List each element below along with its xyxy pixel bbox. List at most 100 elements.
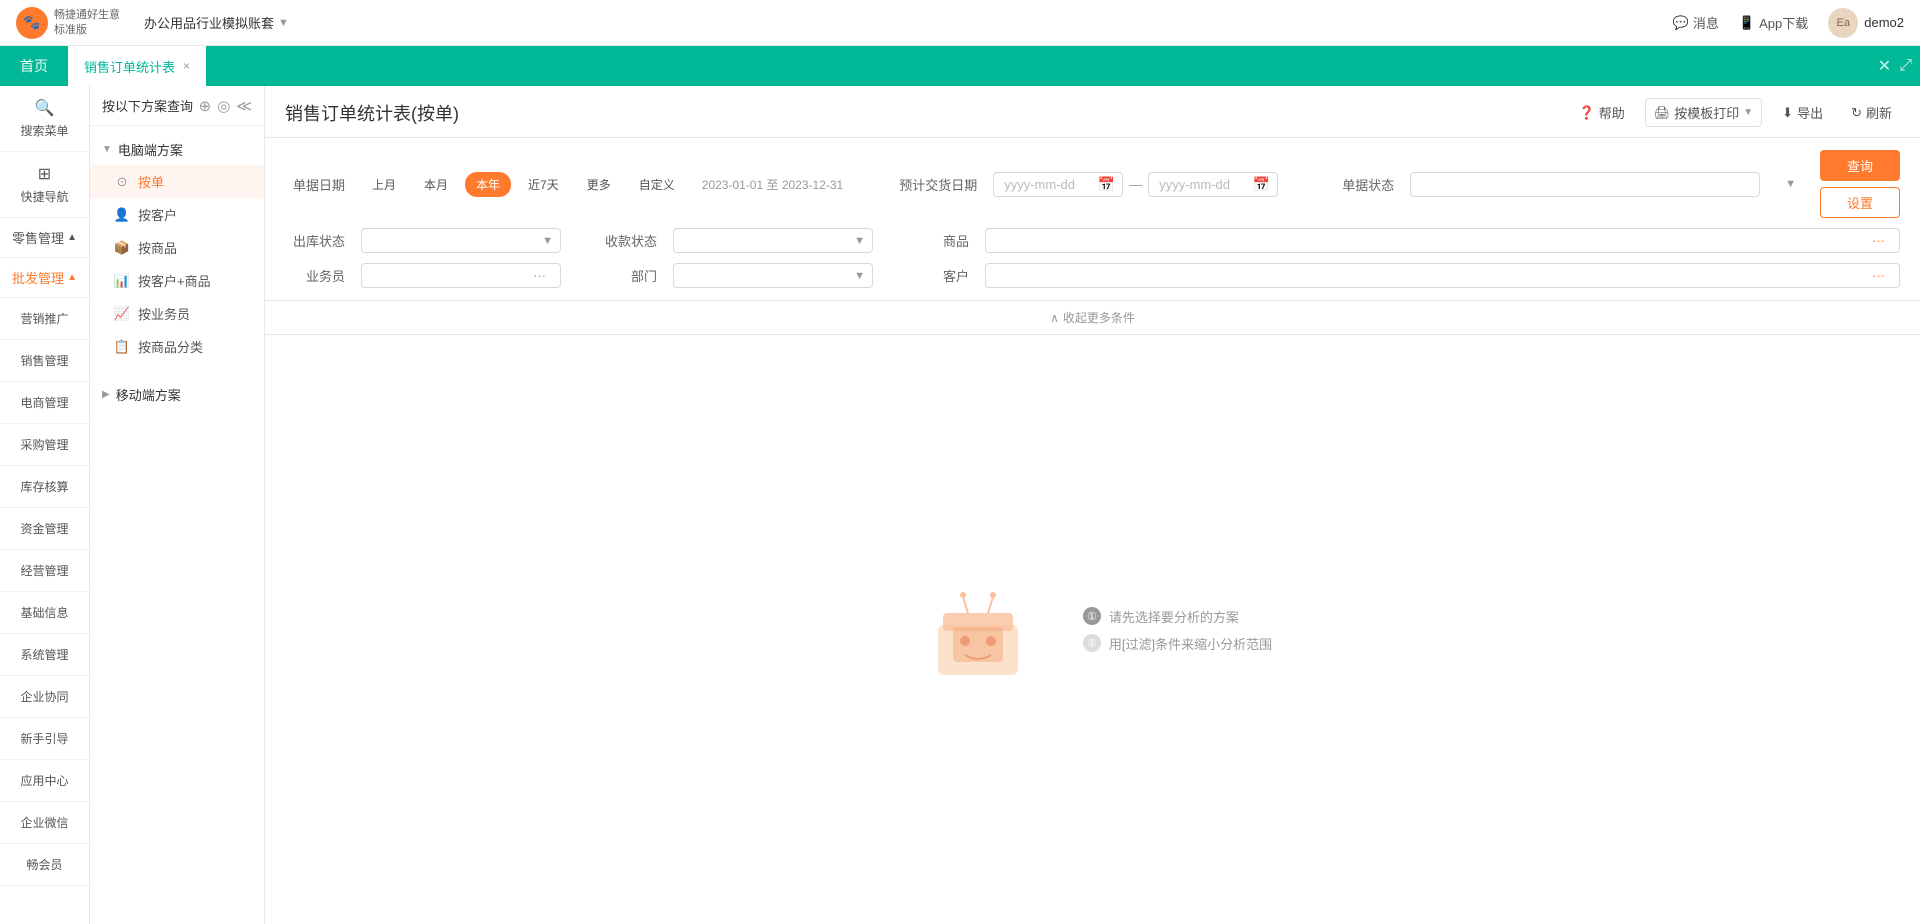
content-area: 按以下方案查询 ⊕ ◎ ≪ ▼ 电脑端方案 ⊙ 按单 👤 按客户 [90,86,1920,924]
window-close-icon[interactable]: ✕ [1878,56,1891,76]
prev-month-btn[interactable]: 上月 [361,172,407,197]
sidebar-item-system[interactable]: 系统管理 [0,634,89,676]
scheme-item-goods[interactable]: 📦 按商品 [90,231,264,264]
scheme-group-pc: ▼ 电脑端方案 ⊙ 按单 👤 按客户 📦 按商品 📊 按客户+商品 [90,126,264,371]
last7-btn[interactable]: 近7天 [517,172,570,197]
scheme-panel-actions: ⊕ ◎ ≪ [199,97,252,115]
export-icon: ⬇ [1782,105,1793,121]
salesperson-select-wrapper[interactable]: ··· [361,263,561,288]
goods-ellipsis-icon[interactable]: ··· [1868,233,1889,248]
salesperson-ellipsis-icon[interactable]: ··· [529,268,550,283]
tab-bar: 首页 销售订单统计表 × ✕ ⤢ [0,46,1920,86]
goods-scheme-icon: 📦 [114,240,130,256]
sidebar-item-ops[interactable]: 经营管理 [0,550,89,592]
help-button[interactable]: ❓ 帮助 [1571,99,1633,126]
scheme-group-mobile-header[interactable]: ▶ 移动端方案 [90,379,264,410]
window-expand-icon[interactable]: ⤢ [1899,57,1912,75]
date-range-separator: — [1129,177,1142,192]
shipment-status-select[interactable] [361,228,561,253]
collapse-up-icon: ∧ [1050,311,1059,325]
sidebar-item-search[interactable]: 🔍 搜索菜单 [0,86,89,152]
print-arrow-icon: ▼ [1743,107,1753,118]
username-label: demo2 [1864,15,1904,30]
sidebar-item-wxenterprise[interactable]: 企业微信 [0,802,89,844]
sidebar-item-purchase[interactable]: 采购管理 [0,424,89,466]
this-month-btn[interactable]: 本月 [413,172,459,197]
tab-active[interactable]: 销售订单统计表 × [68,46,206,86]
sidebar-item-enterprise[interactable]: 企业协同 [0,676,89,718]
scheme-item-category[interactable]: 📋 按商品分类 [90,330,264,363]
payment-status-select[interactable] [673,228,873,253]
scheme-item-salesperson[interactable]: 📈 按业务员 [90,297,264,330]
user-area[interactable]: Ea demo2 [1828,8,1904,38]
mobile-group-arrow-icon: ▶ [102,389,110,400]
message-icon: 💬 [1673,15,1689,31]
page-actions: ❓ 帮助 🖨 按模板打印 ▼ ⬇ 导出 ↻ 刷新 [1571,98,1900,127]
sidebar-item-appcenter[interactable]: 应用中心 [0,760,89,802]
expected-date-label: 预计交货日期 [899,175,977,194]
more-btn[interactable]: 更多 [576,172,622,197]
tab-home[interactable]: 首页 [0,46,68,86]
payment-status-select-wrapper: ▼ [673,228,873,253]
search-icon: 🔍 [35,98,55,118]
empty-tip-2: ② 用[过滤]条件来缩小分析范围 [1083,634,1272,653]
app-download-icon: 📱 [1739,15,1755,31]
collapse-bar[interactable]: ∧ 收起更多条件 [265,301,1920,335]
sidebar-item-newbie[interactable]: 新手引导 [0,718,89,760]
category-scheme-icon: 📋 [114,339,130,355]
date-filter-label: 单据日期 [285,175,345,194]
salesperson-scheme-icon: 📈 [114,306,130,322]
scheme-panel-title: 按以下方案查询 [102,96,193,115]
sidebar-item-finance[interactable]: 资金管理 [0,508,89,550]
export-button[interactable]: ⬇ 导出 [1774,99,1831,126]
empty-svg [913,575,1043,685]
salesperson-label: 业务员 [285,266,345,285]
this-year-btn[interactable]: 本年 [465,172,511,197]
app-download-nav-action[interactable]: 📱 App下载 [1739,13,1808,32]
sidebar-item-quicknav[interactable]: ⊞ 快捷导航 [0,152,89,218]
sidebar: 🔍 搜索菜单 ⊞ 快捷导航 零售管理 ▲ 批发管理 ▲ 营销推广 销售管理 电商… [0,86,90,924]
sidebar-item-vip[interactable]: 畅会员 [0,844,89,886]
top-nav: 🐾 畅捷通好生意 标准版 办公用品行业模拟账套 ▼ 💬 消息 📱 App下载 E… [0,0,1920,46]
goods-select-wrapper[interactable]: ··· [985,228,1900,253]
customer-ellipsis-icon[interactable]: ··· [1868,268,1889,283]
scheme-item-customer-goods[interactable]: 📊 按客户+商品 [90,264,264,297]
scheme-item-customer[interactable]: 👤 按客户 [90,198,264,231]
scheme-settings-icon[interactable]: ◎ [217,97,230,115]
settings-button[interactable]: 设置 [1820,187,1900,218]
company-selector[interactable]: 办公用品行业模拟账套 ▼ [136,9,297,36]
tab-close-icon[interactable]: × [183,60,190,72]
scheme-collapse-icon[interactable]: ≪ [236,97,252,115]
page-header: 销售订单统计表(按单) ❓ 帮助 🖨 按模板打印 ▼ ⬇ 导出 [265,86,1920,138]
query-button[interactable]: 查询 [1820,150,1900,181]
scheme-group-mobile: ▶ 移动端方案 [90,371,264,418]
doc-status-select[interactable] [1410,172,1760,197]
message-nav-action[interactable]: 💬 消息 [1673,13,1719,32]
sidebar-item-inventory[interactable]: 库存核算 [0,466,89,508]
custom-btn[interactable]: 自定义 [628,172,686,197]
print-button[interactable]: 🖨 按模板打印 ▼ [1645,98,1762,127]
scheme-add-icon[interactable]: ⊕ [199,97,212,115]
customer-label: 客户 [909,266,969,285]
customer-select-wrapper[interactable]: ··· [985,263,1900,288]
sidebar-item-basic[interactable]: 基础信息 [0,592,89,634]
wholesale-arrow-icon: ▲ [67,272,77,283]
sidebar-item-ecom[interactable]: 电商管理 [0,382,89,424]
logo-icon: 🐾 [16,7,48,39]
expected-date-start-wrapper: 📅 [993,172,1123,197]
sidebar-item-retail[interactable]: 零售管理 ▲ [0,218,89,258]
department-select[interactable] [673,263,873,288]
sidebar-item-wholesale[interactable]: 批发管理 ▲ [0,258,89,298]
sidebar-item-sales[interactable]: 销售管理 [0,340,89,382]
avatar: Ea [1828,8,1858,38]
print-icon: 🖨 [1654,105,1671,121]
tip-number-1: ① [1083,607,1101,625]
scheme-item-order[interactable]: ⊙ 按单 [90,165,264,198]
expected-date-end-wrapper: 📅 [1148,172,1278,197]
scheme-group-pc-header[interactable]: ▼ 电脑端方案 [90,134,264,165]
calendar-start-icon: 📅 [1098,176,1115,193]
doc-status-dropdown-icon: ▼ [1785,178,1796,190]
sidebar-item-marketing[interactable]: 营销推广 [0,298,89,340]
refresh-button[interactable]: ↻ 刷新 [1843,99,1900,126]
order-scheme-icon: ⊙ [114,174,130,190]
